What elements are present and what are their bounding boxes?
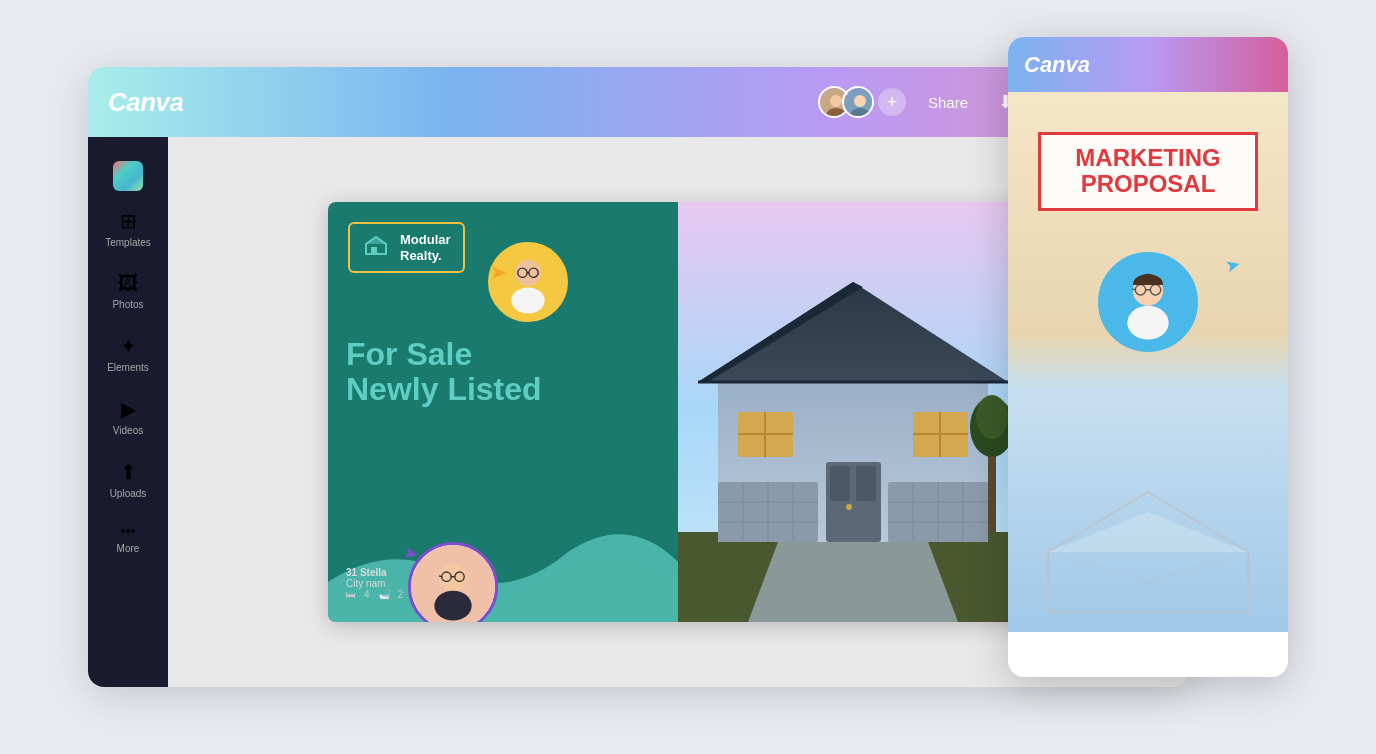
avatar-group: +	[818, 86, 906, 118]
color-palette-icon[interactable]	[113, 161, 143, 191]
second-window: Canva	[1008, 37, 1288, 677]
sidebar-item-photos[interactable]: 🖼 Photos	[92, 262, 164, 320]
share-button[interactable]: Share	[916, 88, 980, 117]
templates-icon: ⊞	[120, 209, 137, 233]
videos-icon: ▶	[121, 397, 136, 421]
sidebar-item-elements[interactable]: ✦ Elements	[92, 324, 164, 383]
svg-point-17	[439, 564, 467, 592]
logo-name-line2: Realty.	[400, 248, 451, 264]
agent-circle-bottom	[408, 542, 498, 622]
uploads-icon: ⬆	[120, 460, 137, 484]
bed-count: 4	[364, 589, 370, 600]
canva-logo: Canva	[108, 87, 184, 118]
design-left-panel: Modular Realty. ➤	[328, 202, 678, 622]
svg-point-53	[976, 395, 1008, 439]
svg-rect-7	[371, 247, 377, 254]
sidebar-item-templates[interactable]: ⊞ Templates	[92, 199, 164, 258]
marketing-title-line2: PROPOSAL	[1055, 171, 1241, 197]
for-sale-headline: For Sale Newly Listed	[346, 337, 542, 407]
svg-point-18	[434, 591, 471, 621]
svg-point-4	[854, 95, 866, 107]
logo-box: Modular Realty.	[348, 222, 465, 273]
sidebar-item-uploads[interactable]: ⬆ Uploads	[92, 450, 164, 509]
svg-point-12	[511, 288, 544, 314]
svg-point-38	[846, 504, 852, 510]
more-sidebar-icon: •••	[121, 523, 136, 539]
second-canva-logo: Canva	[1024, 52, 1090, 78]
add-collaborator-button[interactable]: +	[878, 88, 906, 116]
svg-point-62	[1127, 306, 1168, 340]
design-right-panel	[678, 202, 1028, 622]
svg-line-66	[1132, 289, 1135, 290]
second-header: Canva	[1008, 37, 1288, 92]
bath-count: 2	[398, 589, 404, 600]
design-canvas: Modular Realty. ➤	[328, 202, 1028, 622]
cursor-arrow-top: ➤	[490, 260, 507, 284]
elements-icon: ✦	[120, 334, 137, 358]
second-content: MARKETING PROPOSAL ➤	[1008, 92, 1288, 632]
house-logo-icon	[362, 234, 390, 262]
scene: Canva	[88, 37, 1288, 717]
svg-point-1	[830, 95, 842, 107]
avatar-2	[842, 86, 874, 118]
svg-marker-8	[366, 237, 386, 244]
logo-text: Modular Realty.	[400, 232, 451, 263]
svg-line-22	[439, 576, 442, 577]
sidebar-item-more[interactable]: ••• More	[92, 513, 164, 564]
marketing-design: MARKETING PROPOSAL ➤	[1008, 92, 1288, 632]
bed-icon: 🛏	[346, 589, 356, 600]
svg-marker-54	[748, 542, 958, 622]
for-sale-text: For Sale Newly Listed	[346, 337, 542, 407]
logo-name-line1: Modular	[400, 232, 451, 248]
marketing-agent-circle	[1098, 252, 1198, 352]
sidebar: ⊞ Templates 🖼 Photos ✦ Elements ▶ Videos…	[88, 137, 168, 687]
sidebar-item-videos[interactable]: ▶ Videos	[92, 387, 164, 446]
photos-icon: 🖼	[118, 272, 138, 295]
svg-rect-36	[830, 466, 850, 501]
bath-icon: 🛁	[378, 589, 390, 600]
svg-rect-37	[856, 466, 876, 501]
marketing-title-box: MARKETING PROPOSAL	[1038, 132, 1258, 211]
marketing-title-line1: MARKETING	[1055, 145, 1241, 171]
